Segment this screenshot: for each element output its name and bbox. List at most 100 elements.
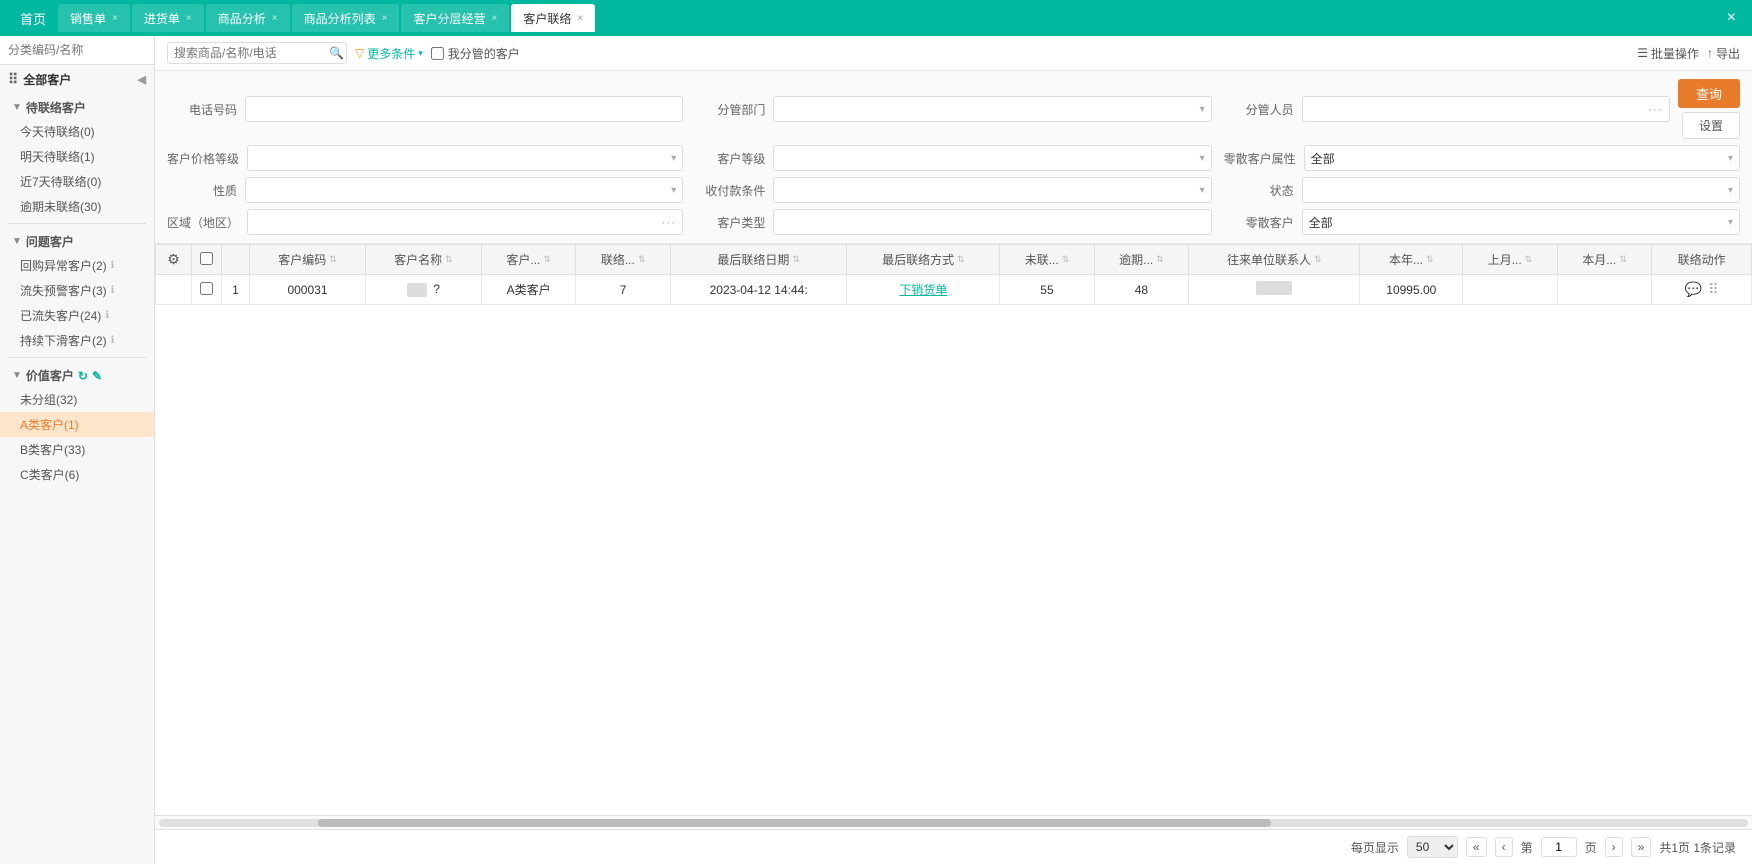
th-gear[interactable]: ⚙ — [156, 245, 192, 275]
th-company-contact[interactable]: 往来单位联系人⇅ — [1189, 245, 1360, 275]
window-close-button[interactable]: × — [1719, 9, 1744, 27]
th-overdue-days[interactable]: 逾期...⇅ — [1094, 245, 1188, 275]
contact-method-link[interactable]: 下销货单 — [899, 283, 947, 297]
search-box[interactable]: 🔍 — [167, 42, 347, 64]
sidebar-item-class-a[interactable]: A类客户(1) — [0, 412, 154, 437]
sort-icon-7[interactable]: ⇅ — [1062, 254, 1070, 265]
sidebar-item-repurchase-abnormal[interactable]: 回购异常客户(2) ℹ — [0, 253, 154, 278]
th-last-contact-method[interactable]: 最后联络方式⇅ — [847, 245, 1000, 275]
sidebar-item-tomorrow-pending[interactable]: 明天待联络(1) — [0, 144, 154, 169]
nature-input[interactable]: ▾ — [245, 177, 683, 203]
tab-product-analysis-list[interactable]: 商品分析列表 × — [292, 4, 400, 32]
sidebar-item-7days-pending[interactable]: 近7天待联络(0) — [0, 169, 154, 194]
message-icon[interactable]: 💬 — [1685, 281, 1702, 298]
query-button[interactable]: 查询 — [1678, 79, 1740, 108]
page-number-input[interactable] — [1541, 837, 1577, 857]
sort-icon-12[interactable]: ⇅ — [1619, 254, 1627, 265]
sidebar-item-declining[interactable]: 持续下滑客户(2) ℹ — [0, 328, 154, 353]
search-input[interactable] — [174, 46, 329, 60]
sort-icon-2[interactable]: ⇅ — [445, 254, 453, 265]
prev-page-button[interactable]: ‹ — [1495, 837, 1513, 857]
close-customer-contact-icon[interactable]: × — [577, 13, 583, 24]
close-sales-order-icon[interactable]: × — [112, 13, 118, 24]
sort-icon-10[interactable]: ⇅ — [1426, 254, 1434, 265]
manager-input[interactable]: ··· — [1302, 96, 1670, 122]
td-action-icons[interactable]: 💬 ⠿ — [1652, 275, 1752, 305]
td-checkbox-cell[interactable] — [192, 275, 222, 305]
page-size-select[interactable]: 50 100 200 — [1407, 836, 1458, 858]
expand-arrow-icon-2[interactable]: ▼ — [12, 236, 22, 247]
region-input[interactable]: ··· — [247, 209, 683, 235]
scrollbar-thumb[interactable] — [318, 819, 1271, 827]
more-icon-2[interactable]: ··· — [661, 215, 676, 229]
close-product-analysis-list-icon[interactable]: × — [382, 13, 388, 24]
th-last-month[interactable]: 上月...⇅ — [1463, 245, 1557, 275]
more-icon[interactable]: ··· — [1648, 102, 1663, 116]
retail-attr-input[interactable]: 全部 ▾ — [1304, 145, 1740, 171]
dept-input[interactable]: ▾ — [773, 96, 1211, 122]
sort-icon-5[interactable]: ⇅ — [792, 254, 800, 265]
sidebar-item-overdue-pending[interactable]: 逾期未联络(30) — [0, 194, 154, 219]
sidebar-item-class-b[interactable]: B类客户(33) — [0, 437, 154, 462]
close-product-analysis-icon[interactable]: × — [272, 13, 278, 24]
settings-button[interactable]: 设置 — [1682, 112, 1740, 139]
refresh-icon[interactable]: ↻ — [78, 369, 88, 383]
close-customer-segment-icon[interactable]: × — [491, 13, 497, 24]
more-conditions-button[interactable]: ▽ 更多条件 ▾ — [355, 45, 423, 62]
th-this-month[interactable]: 本月...⇅ — [1557, 245, 1651, 275]
my-customers-checkbox[interactable] — [431, 47, 444, 60]
last-page-button[interactable]: » — [1631, 837, 1652, 857]
th-customer-type[interactable]: 客户...⇅ — [481, 245, 575, 275]
close-purchase-order-icon[interactable]: × — [186, 13, 192, 24]
sort-icon-3[interactable]: ⇅ — [543, 254, 551, 265]
payment-input[interactable]: ▾ — [773, 177, 1211, 203]
retail-customer-input[interactable]: 全部 ▾ — [1302, 209, 1740, 235]
sidebar-item-churned[interactable]: 已流失客户(24) ℹ — [0, 303, 154, 328]
batch-operation-button[interactable]: ☰ 批量操作 — [1637, 45, 1699, 62]
sort-icon-6[interactable]: ⇅ — [957, 254, 965, 265]
th-customer-code[interactable]: 客户编码⇅ — [250, 245, 366, 275]
sort-icon[interactable]: ⇅ — [329, 254, 337, 265]
export-button[interactable]: ↑ 导出 — [1707, 45, 1740, 62]
qrcode-icon[interactable]: ⠿ — [1708, 281, 1718, 298]
status-input[interactable]: ▾ — [1302, 177, 1740, 203]
price-level-input[interactable]: ▾ — [247, 145, 683, 171]
th-customer-name[interactable]: 客户名称⇅ — [365, 245, 481, 275]
next-page-button[interactable]: › — [1605, 837, 1623, 857]
my-customers-checkbox-label[interactable]: 我分管的客户 — [431, 45, 520, 62]
sidebar-item-today-pending[interactable]: 今天待联络(0) — [0, 119, 154, 144]
sidebar-item-churn-warning[interactable]: 流失预警客户(3) ℹ — [0, 278, 154, 303]
search-icon[interactable]: 🔍 — [329, 46, 344, 60]
sidebar-item-unclassified[interactable]: 未分组(32) — [0, 387, 154, 412]
first-page-button[interactable]: « — [1466, 837, 1487, 857]
customer-type-input[interactable] — [773, 209, 1211, 235]
gear-icon[interactable]: ⚙ — [167, 251, 180, 267]
horizontal-scrollbar[interactable] — [155, 815, 1752, 829]
home-tab[interactable]: 首页 — [8, 9, 58, 28]
sidebar-search-box[interactable]: 🔍 — [0, 36, 154, 65]
collapse-icon[interactable]: ◀ — [138, 73, 146, 86]
th-this-year[interactable]: 本年...⇅ — [1360, 245, 1463, 275]
phone-input[interactable] — [245, 96, 683, 122]
scrollbar-track[interactable] — [159, 819, 1748, 827]
th-no-contact-days[interactable]: 未联...⇅ — [1000, 245, 1094, 275]
tab-customer-contact[interactable]: 客户联络 × — [511, 4, 595, 32]
row-checkbox[interactable] — [200, 282, 213, 295]
tab-product-analysis[interactable]: 商品分析 × — [206, 4, 290, 32]
tab-customer-segment[interactable]: 客户分层经营 × — [401, 4, 509, 32]
th-contact-count[interactable]: 联络...⇅ — [576, 245, 670, 275]
select-all-checkbox[interactable] — [200, 252, 213, 265]
td-last-contact-method[interactable]: 下销货单 — [847, 275, 1000, 305]
th-last-contact-date[interactable]: 最后联络日期⇅ — [670, 245, 847, 275]
sort-icon-8[interactable]: ⇅ — [1156, 254, 1164, 265]
tab-purchase-order[interactable]: 进货单 × — [132, 4, 204, 32]
all-customers-header[interactable]: ⠿ 全部客户 ◀ — [0, 65, 154, 94]
expand-arrow-icon-3[interactable]: ▼ — [12, 370, 22, 381]
expand-arrow-icon[interactable]: ▼ — [12, 102, 22, 113]
sidebar-search-input[interactable] — [8, 43, 155, 57]
th-checkbox[interactable] — [192, 245, 222, 275]
tab-sales-order[interactable]: 销售单 × — [58, 4, 130, 32]
customer-level-input[interactable]: ▾ — [773, 145, 1211, 171]
sort-icon-9[interactable]: ⇅ — [1314, 254, 1322, 265]
edit-icon[interactable]: ✎ — [92, 369, 102, 383]
